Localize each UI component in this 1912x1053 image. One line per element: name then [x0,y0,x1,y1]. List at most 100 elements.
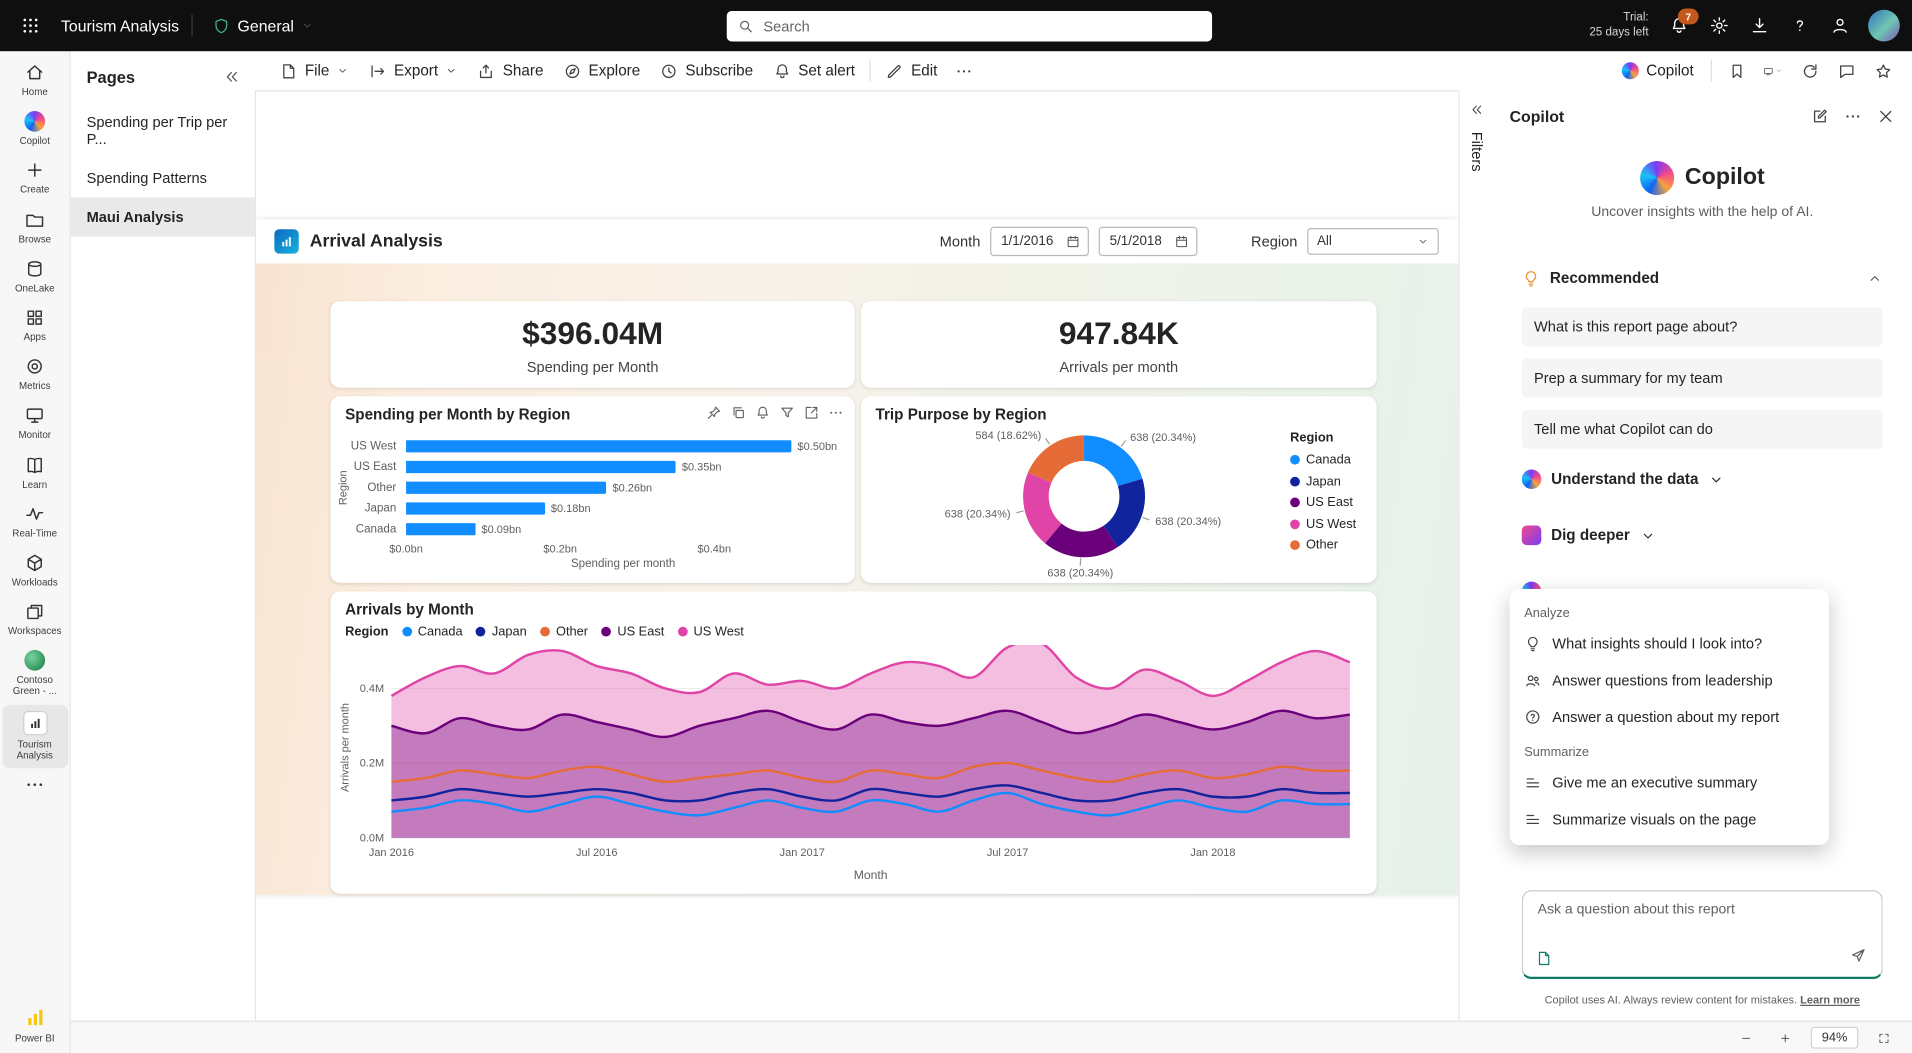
rail-item-metrics[interactable]: Metrics [2,350,68,399]
ask-input[interactable] [1535,901,1875,919]
copilot-more-button[interactable] [1844,107,1862,125]
search-input[interactable] [760,16,1202,36]
donut-slice[interactable] [1027,435,1085,483]
date-to-input[interactable] [1107,232,1169,250]
recommended-header[interactable]: Recommended [1522,261,1883,295]
copilot-toggle-button[interactable]: Copilot [1612,56,1703,85]
focus-mode-button[interactable] [804,405,820,421]
export-menu-button[interactable]: Export [359,55,468,85]
legend-item[interactable]: Other [1290,538,1356,552]
share-button[interactable]: Share [467,55,553,85]
copilot-suggestion-2[interactable]: Prep a summary for my team [1521,358,1883,398]
copilot-suggestion-1[interactable]: What is this report page about? [1521,307,1883,347]
rail-item-workloads[interactable]: Workloads [2,546,68,595]
rail-item-create[interactable]: Create [2,154,68,203]
send-button[interactable] [1842,939,1874,971]
file-menu-button[interactable]: File [269,55,358,85]
bar[interactable] [406,502,545,515]
date-from-field[interactable] [990,226,1089,257]
view-menu-button[interactable] [1756,54,1790,88]
global-search[interactable] [726,10,1213,42]
rail-item-tourism-analysis[interactable]: Tourism Analysis [1,704,68,769]
bookmarks-button[interactable] [1719,54,1753,88]
explore-button[interactable]: Explore [553,55,650,85]
feedback-button[interactable] [1822,7,1859,44]
bar[interactable] [406,523,476,536]
rail-item-apps[interactable]: Apps [2,301,68,350]
bar[interactable] [406,481,607,494]
legend-item[interactable]: Japan [476,624,527,639]
notifications-button[interactable]: 7 [1661,7,1699,44]
zoom-in-button[interactable] [1772,1024,1799,1051]
rail-item-realtime[interactable]: Real-Time [2,497,68,546]
legend-item[interactable]: Japan [1290,474,1356,488]
app-launcher-button[interactable] [12,7,49,44]
bar-chart-card[interactable]: Spending per Month by Region Region US W… [330,396,855,583]
rail-item-browse[interactable]: Browse [2,203,68,252]
fit-to-page-button[interactable] [1871,1024,1898,1051]
refresh-button[interactable] [1793,54,1827,88]
rail-item-copilot[interactable]: Copilot [2,105,68,154]
visual-more-button[interactable] [828,405,844,421]
page-item-maui-analysis[interactable]: Maui Analysis [69,197,255,237]
help-button[interactable] [1782,7,1819,44]
copilot-input-box[interactable] [1521,890,1883,980]
kpi-card-arrivals[interactable]: 947.84K Arrivals per month [860,301,1377,388]
edit-button[interactable]: Edit [876,55,947,85]
bar[interactable] [406,460,676,473]
menu-item-insights[interactable]: What insights should I look into? [1510,626,1829,663]
set-alert-button[interactable]: Set alert [763,55,865,85]
donut-chart-card[interactable]: Trip Purpose by Region 638 (20.34%) 638 (… [860,396,1377,583]
favorite-button[interactable] [1866,54,1900,88]
legend-item[interactable]: Canada [401,624,463,639]
date-from-input[interactable] [998,232,1060,250]
rail-more-button[interactable] [2,768,68,802]
zoom-level[interactable]: 94% [1810,1026,1859,1049]
rail-item-home[interactable]: Home [2,56,68,105]
menu-item-exec-summary[interactable]: Give me an executive summary [1510,765,1829,802]
legend-item[interactable]: US East [1290,495,1356,510]
menu-item-question[interactable]: Answer a question about my report [1510,699,1829,736]
comments-button[interactable] [1829,54,1863,88]
rail-item-onelake[interactable]: OneLake [2,252,68,301]
settings-button[interactable] [1701,7,1738,44]
zoom-out-button[interactable] [1733,1024,1760,1051]
toolbar-more-button[interactable] [947,54,981,88]
page-item-spending-patterns[interactable]: Spending Patterns [70,159,255,198]
new-chat-button[interactable] [1811,107,1829,125]
collapse-pages-button[interactable] [221,66,243,88]
pin-visual-button[interactable] [706,405,722,421]
legend-item[interactable]: Other [540,624,588,639]
page-item-spending-per-trip[interactable]: Spending per Trip per P... [70,102,255,158]
kpi-card-spending[interactable]: $396.04M Spending per Month [330,301,855,388]
date-to-field[interactable] [1098,226,1198,257]
learn-more-link[interactable]: Learn more [1800,994,1860,1006]
menu-item-leadership[interactable]: Answer questions from leadership [1510,662,1829,699]
alert-visual-button[interactable] [755,405,771,421]
subscribe-button[interactable]: Subscribe [650,55,763,85]
copy-visual-button[interactable] [730,405,746,421]
copilot-suggestion-3[interactable]: Tell me what Copilot can do [1521,409,1883,449]
rail-item-monitor[interactable]: Monitor [2,399,68,448]
legend-item[interactable]: US East [601,624,664,639]
close-copilot-button[interactable] [1877,107,1895,125]
legend-item[interactable]: US West [1290,516,1356,531]
bar[interactable] [406,439,792,452]
workspace-switcher[interactable]: General [205,15,321,36]
account-avatar[interactable] [1868,9,1900,42]
menu-item-summarize-visuals[interactable]: Summarize visuals on the page [1510,801,1829,838]
downloads-button[interactable] [1741,7,1778,44]
area-chart-card[interactable]: Arrivals by Month Region Canada Japan Othe… [330,591,1377,894]
rail-item-contoso-workspace[interactable]: Contoso Green - ... [2,644,68,704]
rail-item-learn[interactable]: Learn [2,448,68,497]
pages-panel: Pages Spending per Trip per P... Spendin… [69,51,257,1022]
region-dropdown[interactable]: All [1307,228,1439,255]
rail-item-workspaces[interactable]: Workspaces [2,595,68,644]
filter-visual-button[interactable] [779,405,795,421]
copilot-section-understand[interactable]: Understand the data [1521,461,1883,498]
filters-pane-collapsed[interactable]: Filters [1458,90,1495,1022]
copilot-icon [24,111,46,132]
copilot-section-dig-deeper[interactable]: Dig deeper [1521,517,1883,554]
legend-item[interactable]: US West [677,624,744,639]
legend-item[interactable]: Canada [1290,452,1356,467]
